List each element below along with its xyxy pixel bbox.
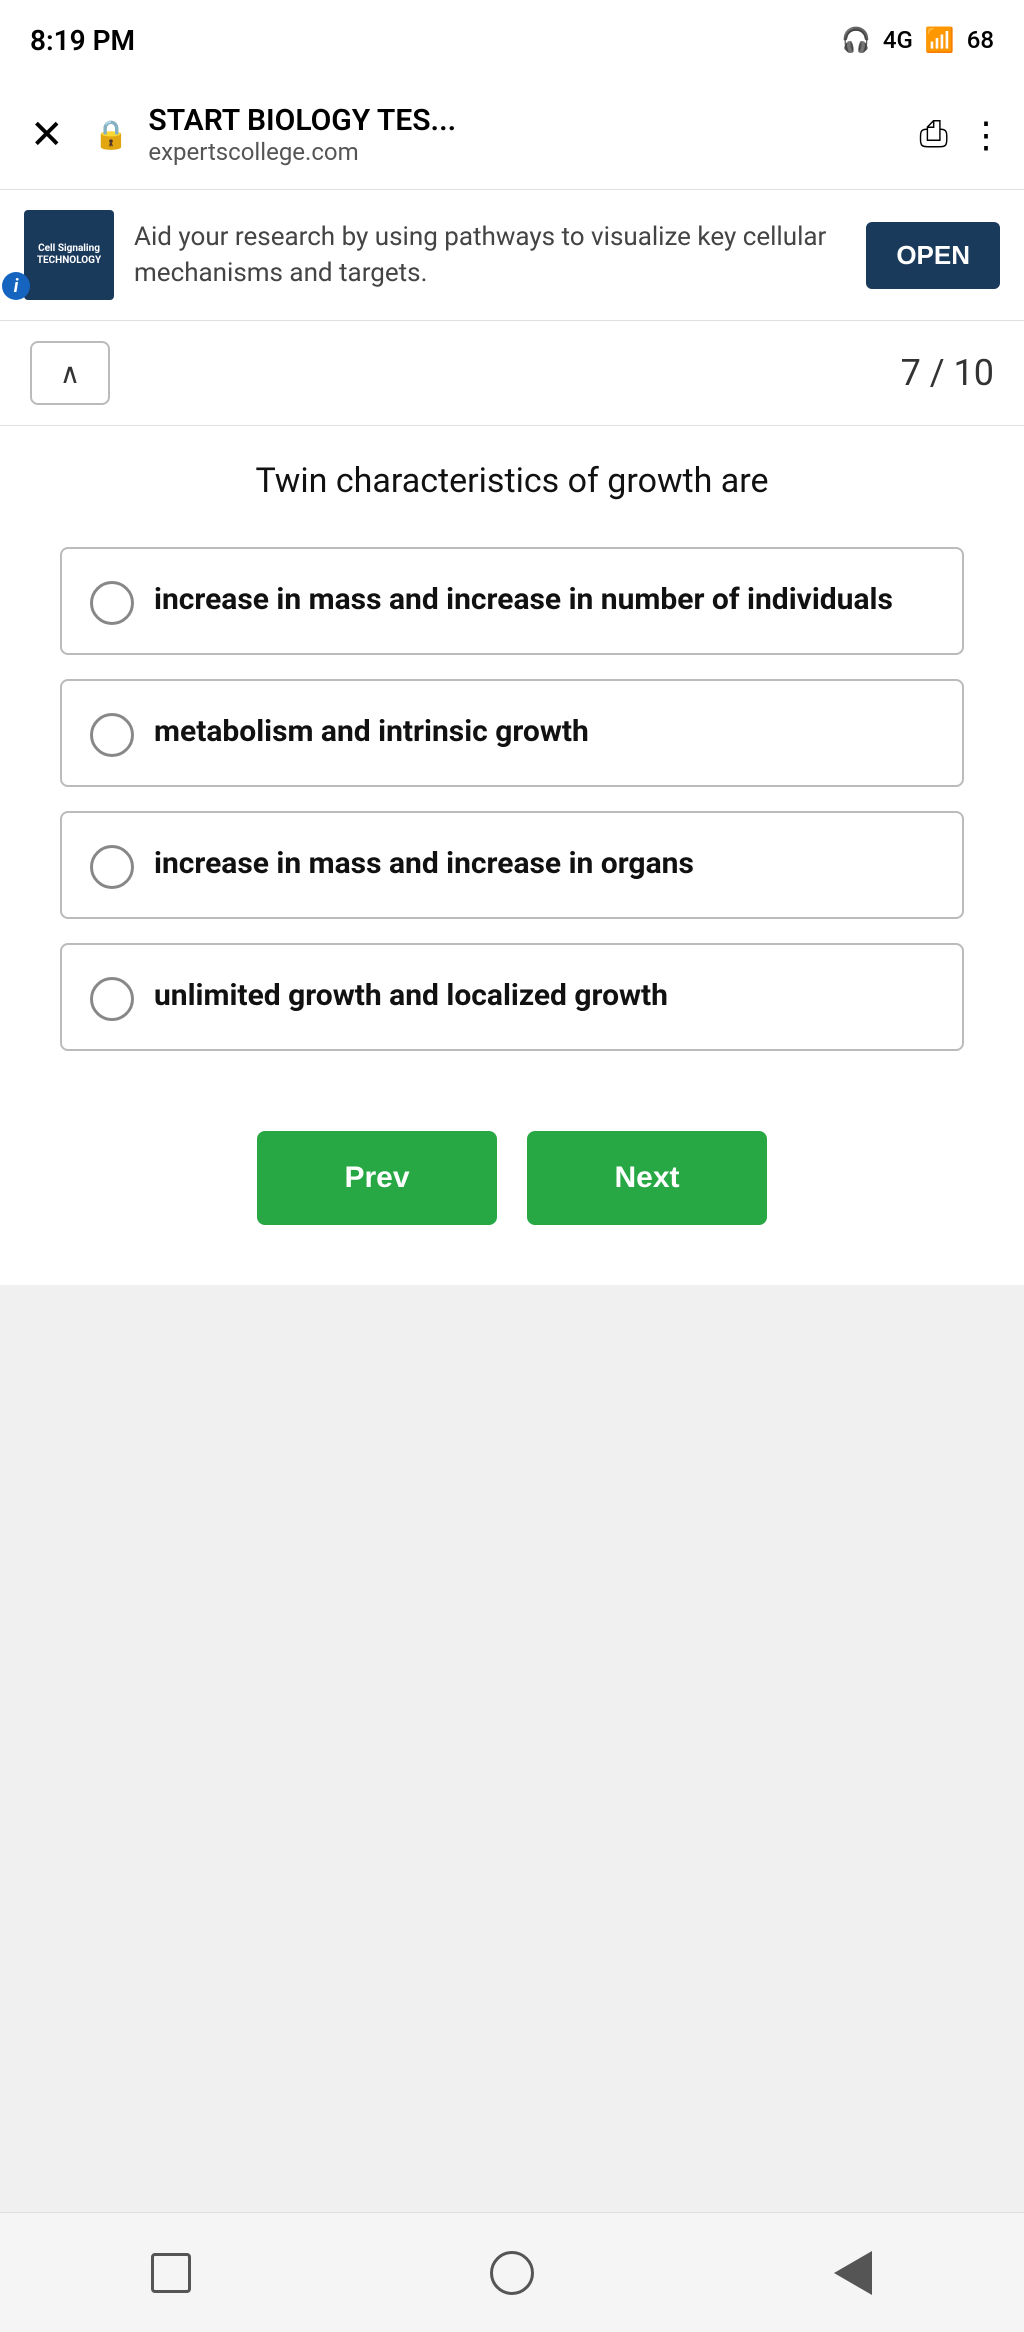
signal-bars-icon: 📶 xyxy=(925,26,955,54)
battery-label: 68 xyxy=(967,26,994,54)
option-1[interactable]: increase in mass and increase in number … xyxy=(60,547,964,655)
home-button[interactable] xyxy=(477,2238,547,2308)
status-bar: 8:19 PM 🎧 4G 📶 68 xyxy=(0,0,1024,80)
status-icons: 🎧 4G 📶 68 xyxy=(841,26,994,54)
chevron-up-icon: ∧ xyxy=(60,357,81,390)
option-2-text: metabolism and intrinsic growth xyxy=(154,709,589,754)
question-counter: 7 / 10 xyxy=(901,352,994,394)
share-icon[interactable]: ⎙ xyxy=(919,113,948,156)
navigation-buttons: Prev Next xyxy=(0,1091,1024,1285)
quiz-header: ∧ 7 / 10 xyxy=(0,321,1024,426)
radio-option-2 xyxy=(90,713,134,757)
signal-label: 4G xyxy=(883,26,913,54)
back-icon xyxy=(834,2251,872,2295)
option-1-text: increase in mass and increase in number … xyxy=(154,577,893,622)
option-3[interactable]: increase in mass and increase in organs xyxy=(60,811,964,919)
quiz-content-area: Twin characteristics of growth are incre… xyxy=(0,426,1024,1091)
browser-close-button[interactable]: ✕ xyxy=(20,101,74,168)
browser-action-buttons: ⎙ ⋮ xyxy=(919,113,1004,156)
lock-icon: 🔒 xyxy=(94,118,129,151)
recent-apps-button[interactable] xyxy=(136,2238,206,2308)
ad-banner: i Cell Signaling TECHNOLOGY Aid your res… xyxy=(0,190,1024,321)
time-display: 8:19 PM xyxy=(30,24,135,57)
ad-logo: Cell Signaling TECHNOLOGY xyxy=(24,210,114,300)
next-button[interactable]: Next xyxy=(527,1131,767,1225)
browser-title-block: START BIOLOGY TES... expertscollege.com xyxy=(148,103,899,166)
browser-nav-bar: ✕ 🔒 START BIOLOGY TES... expertscollege.… xyxy=(0,80,1024,190)
radio-option-1 xyxy=(90,581,134,625)
options-list: increase in mass and increase in number … xyxy=(60,547,964,1051)
info-icon: i xyxy=(2,272,30,300)
recent-apps-icon xyxy=(151,2253,191,2293)
radio-option-3 xyxy=(90,845,134,889)
option-4-text: unlimited growth and localized growth xyxy=(154,973,668,1018)
back-button[interactable] xyxy=(818,2238,888,2308)
question-text: Twin characteristics of growth are xyxy=(60,456,964,507)
ad-description: Aid your research by using pathways to v… xyxy=(134,219,846,292)
ad-logo-text: Cell Signaling TECHNOLOGY xyxy=(37,243,101,267)
browser-url: expertscollege.com xyxy=(148,138,899,166)
home-icon xyxy=(490,2251,534,2295)
collapse-button[interactable]: ∧ xyxy=(30,341,110,405)
radio-option-4 xyxy=(90,977,134,1021)
quiz-container: ∧ 7 / 10 Twin characteristics of growth … xyxy=(0,321,1024,1285)
more-options-icon[interactable]: ⋮ xyxy=(968,114,1004,156)
option-3-text: increase in mass and increase in organs xyxy=(154,841,694,886)
option-2[interactable]: metabolism and intrinsic growth xyxy=(60,679,964,787)
browser-page-title: START BIOLOGY TES... xyxy=(148,103,899,138)
headphone-icon: 🎧 xyxy=(841,26,871,54)
ad-open-button[interactable]: OPEN xyxy=(866,222,1000,289)
android-nav-bar xyxy=(0,2212,1024,2332)
option-4[interactable]: unlimited growth and localized growth xyxy=(60,943,964,1051)
prev-button[interactable]: Prev xyxy=(257,1131,497,1225)
